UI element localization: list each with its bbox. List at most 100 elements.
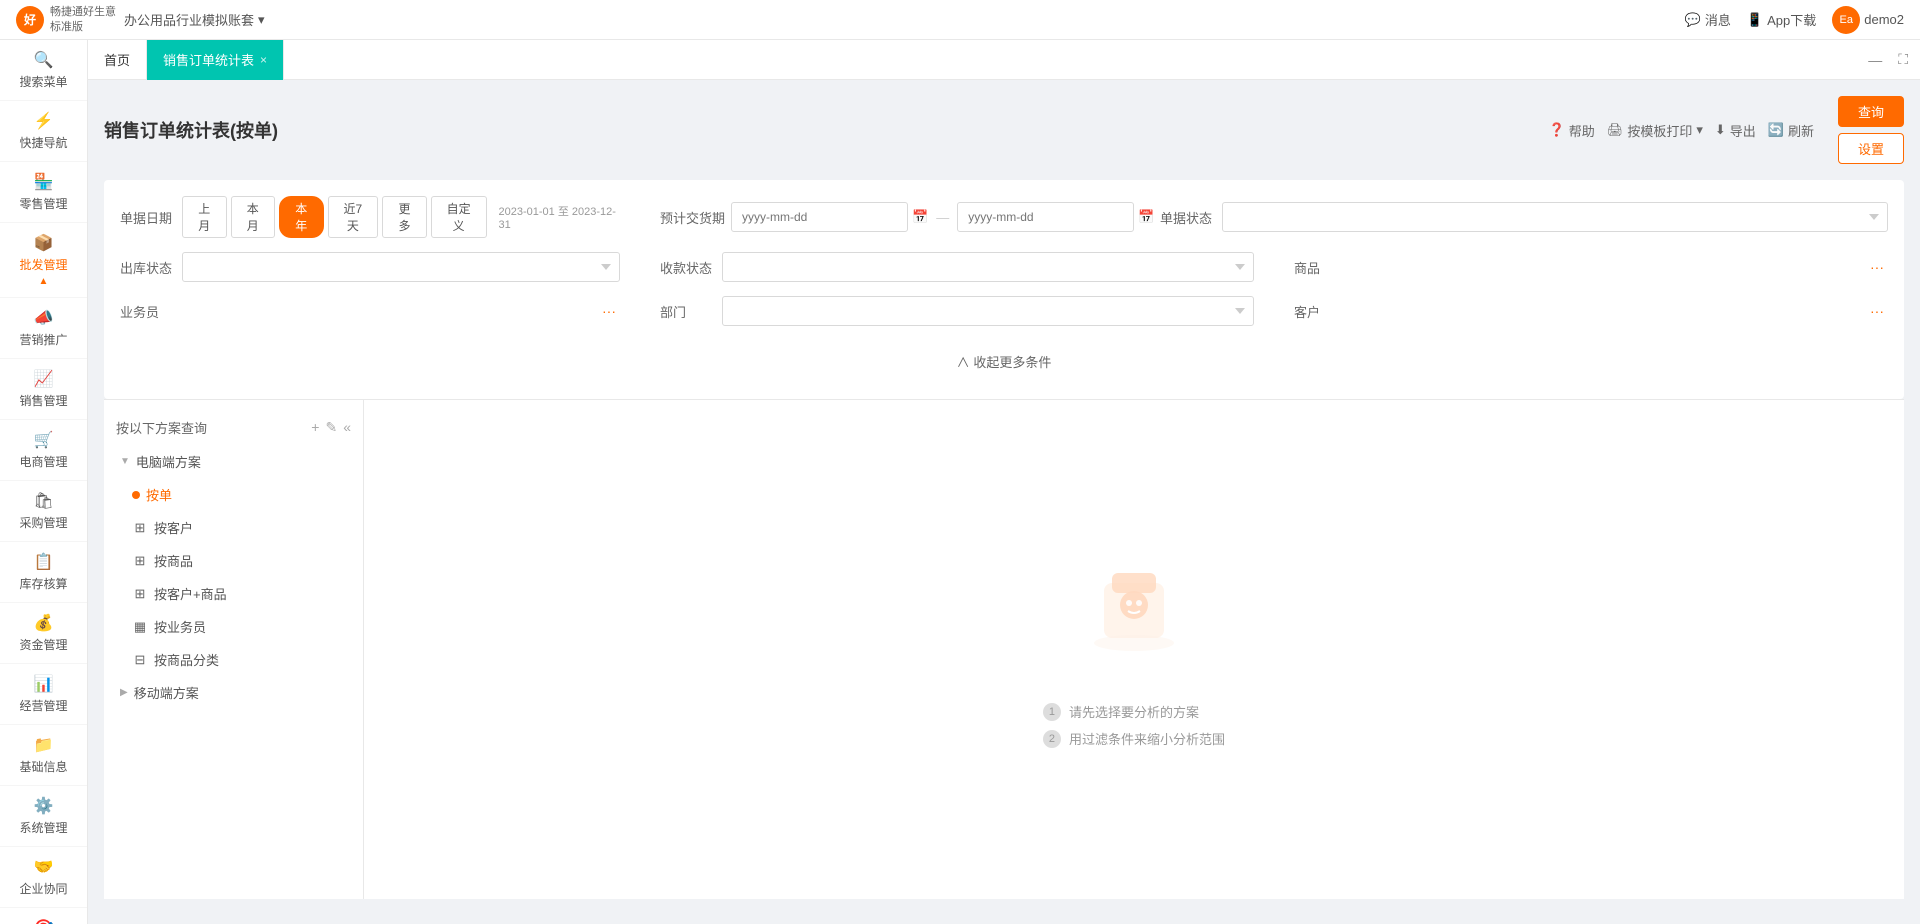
tab-sales-order-stats[interactable]: 销售订单统计表 ×: [147, 40, 284, 80]
tree-label-by-customer-goods: 按客户+商品: [154, 584, 227, 603]
date-btn-custom[interactable]: 自定义: [431, 196, 487, 238]
top-bar-title[interactable]: 办公用品行业模拟账套 ▾: [124, 10, 265, 29]
goods-label: 商品: [1294, 258, 1350, 277]
tree-label-by-goods-category: 按商品分类: [154, 650, 219, 669]
search-icon: 🔍: [4, 50, 83, 70]
status-group: [1222, 202, 1888, 232]
add-scheme-btn[interactable]: +: [311, 419, 319, 436]
help-btn[interactable]: ❓ 帮助: [1549, 121, 1595, 140]
sidebar-item-sales[interactable]: 📈 销售管理: [0, 359, 87, 420]
tab-minimize-btn[interactable]: —: [1864, 48, 1886, 72]
message-btn[interactable]: 💬 消息: [1685, 10, 1731, 29]
goods-ellipsis[interactable]: ···: [1866, 259, 1888, 275]
avatar: Ea: [1832, 6, 1860, 34]
date-btn-more[interactable]: 更多: [382, 196, 427, 238]
sidebar-item-system[interactable]: ⚙️ 系统管理: [0, 786, 87, 847]
customer-cell: 客户 ···: [1294, 302, 1888, 321]
sidebar-item-quick-nav[interactable]: ⚡ 快捷导航: [0, 101, 87, 162]
tree-arrow-desktop[interactable]: ▼: [120, 456, 130, 467]
customer-ellipsis[interactable]: ···: [1866, 303, 1888, 319]
collection-status-select[interactable]: [722, 252, 1254, 282]
user-profile[interactable]: Ea demo2: [1832, 6, 1904, 34]
grid-icon-3: ⊞: [132, 586, 148, 602]
refresh-btn[interactable]: 🔄 刷新: [1768, 121, 1814, 140]
settings-button[interactable]: 设置: [1838, 133, 1904, 164]
expected-date-group: 📅 — 📅: [731, 202, 1154, 232]
message-icon: 💬: [1685, 12, 1701, 28]
export-btn[interactable]: ⬇ 导出: [1715, 121, 1756, 140]
tree-label-by-order: 按单: [146, 485, 172, 504]
page-actions: ❓ 帮助 🖨 按模板打印 ▾ ⬇ 导出: [1549, 121, 1814, 140]
calendar-icon-end[interactable]: 📅: [1138, 209, 1154, 225]
tree-item-by-order[interactable]: 按单: [104, 478, 363, 511]
tab-maximize-btn[interactable]: ⛶: [1894, 47, 1912, 72]
sidebar-item-purchase[interactable]: 🛍 采购管理: [0, 481, 87, 542]
expected-date-start[interactable]: [731, 202, 908, 232]
desktop-schemes-label: 电脑端方案: [136, 452, 201, 471]
left-panel-title: 按以下方案查询: [116, 418, 207, 437]
customer-label: 客户: [1294, 302, 1350, 321]
app-download-btn[interactable]: 📱 App下载: [1747, 10, 1816, 29]
status-select[interactable]: [1222, 202, 1888, 232]
department-label: 部门: [660, 302, 716, 321]
edit-scheme-btn[interactable]: ✎: [325, 419, 337, 436]
filter-panel: 单据日期 上月 本月 本年 近7天 更多 自定义 2023-01-01 至 20…: [104, 180, 1904, 399]
tree-item-by-goods-category[interactable]: ⊟ 按商品分类: [104, 643, 363, 676]
logo-area: 好 畅捷通好生意 标准版: [16, 5, 116, 34]
sidebar-item-newbie[interactable]: 🎯 新手引导: [0, 908, 87, 924]
tree-item-by-customer[interactable]: ⊞ 按客户: [104, 511, 363, 544]
tree-item-by-salesperson[interactable]: ▦ 按业务员: [104, 610, 363, 643]
query-button[interactable]: 查询: [1838, 96, 1904, 127]
date-cell: 单据日期 上月 本月 本年 近7天 更多 自定义 2023-01-01 至 20…: [120, 196, 620, 238]
print-dropdown-icon[interactable]: ▾: [1696, 122, 1703, 138]
sidebar-item-enterprise[interactable]: 🤝 企业协同: [0, 847, 87, 908]
ship-status-cell: 出库状态: [120, 252, 620, 282]
ship-status-select[interactable]: [182, 252, 620, 282]
date-dash: —: [932, 210, 953, 225]
sidebar-item-search-menu[interactable]: 🔍 搜索菜单: [0, 40, 87, 101]
tip-num-2: 2: [1043, 730, 1061, 748]
expected-date-end[interactable]: [957, 202, 1134, 232]
tree-arrow-mobile[interactable]: ▶: [120, 687, 128, 698]
tab-home[interactable]: 首页: [88, 40, 147, 80]
sidebar-item-basic-info[interactable]: 📁 基础信息: [0, 725, 87, 786]
left-panel: 按以下方案查询 + ✎ « ▼ 电脑端方案: [104, 400, 364, 899]
table-icon: ⊟: [132, 652, 148, 668]
sidebar-item-marketing[interactable]: 📣 营销推广: [0, 298, 87, 359]
tree-item-by-goods[interactable]: ⊞ 按商品: [104, 544, 363, 577]
sidebar-item-finance[interactable]: 💰 资金管理: [0, 603, 87, 664]
help-icon: ❓: [1549, 122, 1565, 138]
goods-group: ···: [1356, 259, 1888, 275]
collapse-panel-btn[interactable]: «: [343, 419, 351, 436]
sidebar-item-operation[interactable]: 📊 经营管理: [0, 664, 87, 725]
date-btn-last-month[interactable]: 上月: [182, 196, 227, 238]
tab-close-btn[interactable]: ×: [260, 53, 267, 67]
salesperson-ellipsis[interactable]: ···: [598, 303, 620, 319]
empty-tips: 1 请先选择要分析的方案 2 用过滤条件来缩小分析范围: [1043, 702, 1225, 756]
page-action-group: ❓ 帮助 🖨 按模板打印 ▾ ⬇ 导出: [1549, 96, 1904, 164]
date-btn-7days[interactable]: 近7天: [328, 196, 379, 238]
collapse-row[interactable]: ∧ 收起更多条件: [120, 340, 1888, 383]
ship-status-label: 出库状态: [120, 258, 176, 277]
date-btn-this-month[interactable]: 本月: [231, 196, 276, 238]
calendar-icon-start[interactable]: 📅: [912, 209, 928, 225]
grid-icon-2: ⊞: [132, 553, 148, 569]
department-select[interactable]: [722, 296, 1254, 326]
left-panel-icons: + ✎ «: [311, 419, 351, 436]
dropdown-icon[interactable]: ▾: [258, 12, 265, 28]
collapse-icon: ∧: [957, 355, 970, 370]
purchase-icon: 🛍: [4, 491, 83, 511]
refresh-icon: 🔄: [1768, 122, 1784, 138]
sidebar-item-ecommerce[interactable]: 🛒 电商管理: [0, 420, 87, 481]
sidebar-item-retail[interactable]: 🏪 零售管理: [0, 162, 87, 223]
sidebar-item-wholesale[interactable]: 📦 批发管理 ▲: [0, 223, 87, 298]
date-btn-this-year[interactable]: 本年: [279, 196, 324, 238]
page-title-bar: 销售订单统计表(按单) ❓ 帮助 🖨 按模板打印 ▾: [104, 96, 1904, 164]
tree-section-mobile[interactable]: ▶ 移动端方案: [104, 676, 363, 709]
empty-tip-2: 2 用过滤条件来缩小分析范围: [1043, 729, 1225, 748]
sidebar-item-inventory[interactable]: 📋 库存核算: [0, 542, 87, 603]
tree-item-by-customer-goods[interactable]: ⊞ 按客户+商品: [104, 577, 363, 610]
print-btn[interactable]: 🖨 按模板打印 ▾: [1607, 121, 1703, 140]
empty-tip-1: 1 请先选择要分析的方案: [1043, 702, 1225, 721]
finance-icon: 💰: [4, 613, 83, 633]
